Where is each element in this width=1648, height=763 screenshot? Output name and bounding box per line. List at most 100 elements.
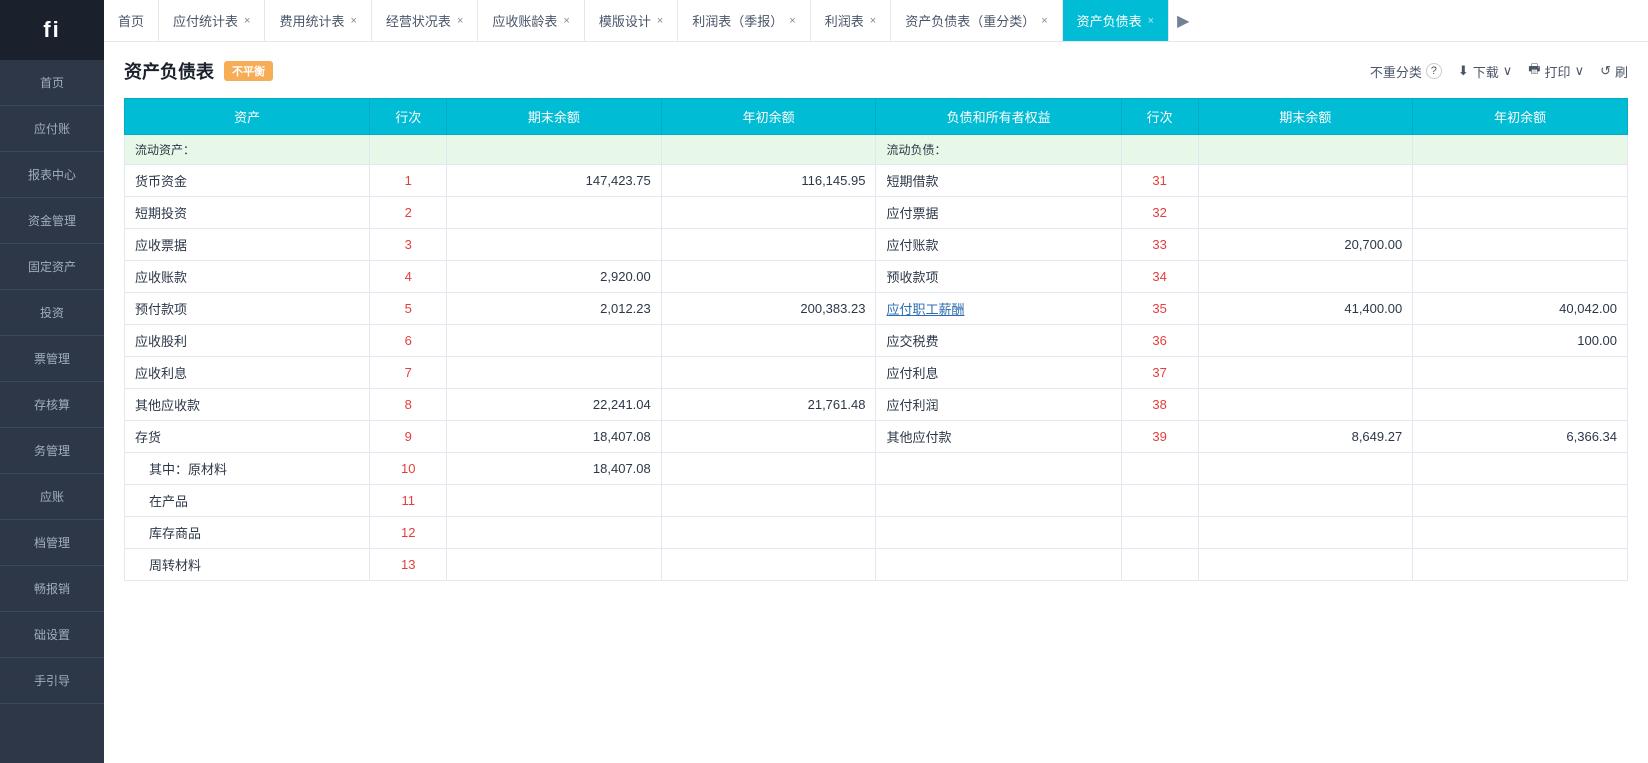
sidebar-item-doc-mgmt[interactable]: 档管理 — [0, 520, 104, 566]
tab-biz-status[interactable]: 经营状况表 × — [372, 0, 478, 42]
liab-end-cell — [1198, 165, 1413, 197]
liab-end-cell — [1198, 357, 1413, 389]
asset-name-cell[interactable]: 在产品 — [125, 485, 370, 517]
tab-nav-arrow[interactable]: ▶ — [1169, 11, 1197, 31]
asset-name-cell[interactable]: 其中：原材料 — [125, 453, 370, 485]
sidebar-item-guide[interactable]: 手引导 — [0, 658, 104, 704]
end-balance-cell: 22,241.04 — [447, 389, 662, 421]
liab-name-cell[interactable]: 应付职工薪酬 — [876, 293, 1121, 325]
sidebar-item-fund-mgmt[interactable]: 资金管理 — [0, 198, 104, 244]
tab-biz-status-close[interactable]: × — [457, 15, 463, 27]
liab-name-cell — [876, 485, 1121, 517]
row-num-cell: 1 — [370, 165, 447, 197]
sidebar-item-biz-mgmt[interactable]: 务管理 — [0, 428, 104, 474]
liab-end-cell: 8,649.27 — [1198, 421, 1413, 453]
row-num-cell: 11 — [370, 485, 447, 517]
table-row: 周转材料 13 — [125, 549, 1628, 581]
tab-profit-q[interactable]: 利润表（季报） × — [678, 0, 810, 42]
asset-name-cell[interactable]: 应收票据 — [125, 229, 370, 261]
asset-name-cell[interactable]: 应收利息 — [125, 357, 370, 389]
sidebar-item-stock-calc[interactable]: 存核算 — [0, 382, 104, 428]
liab-year-cell — [1413, 389, 1628, 421]
end-balance-cell — [447, 325, 662, 357]
section-liab-label: 流动负债： — [876, 135, 1121, 165]
tab-bs[interactable]: 资产负债表 × — [1063, 0, 1169, 42]
liab-row-cell: 37 — [1121, 357, 1198, 389]
end-balance-cell — [447, 549, 662, 581]
tab-profit-close[interactable]: × — [870, 15, 876, 27]
asset-name-cell[interactable]: 短期投资 — [125, 197, 370, 229]
sidebar-item-home[interactable]: 首页 — [0, 60, 104, 106]
sidebar-item-investment[interactable]: 投资 — [0, 290, 104, 336]
row-num-cell: 4 — [370, 261, 447, 293]
table-row: 货币资金 1 147,423.75 116,145.95 短期借款 31 — [125, 165, 1628, 197]
tab-ap-stat[interactable]: 应付统计表 × — [159, 0, 265, 42]
tab-ap-stat-close[interactable]: × — [244, 15, 250, 27]
tab-template[interactable]: 模版设计 × — [585, 0, 678, 42]
sidebar-item-ticket-mgmt[interactable]: 票管理 — [0, 336, 104, 382]
asset-name-cell[interactable]: 库存商品 — [125, 517, 370, 549]
tab-bs-label: 资产负债表 — [1077, 11, 1142, 30]
sidebar-item-payable[interactable]: 应付账 — [0, 106, 104, 152]
tab-bar: 首页 应付统计表 × 费用统计表 × 经营状况表 × 应收账龄表 × 模版设计 … — [104, 0, 1648, 42]
asset-name-cell[interactable]: 存货 — [125, 421, 370, 453]
row-num-cell: 7 — [370, 357, 447, 389]
tab-profit-q-close[interactable]: × — [789, 15, 795, 27]
liab-end-cell — [1198, 453, 1413, 485]
sidebar-item-ar[interactable]: 应账 — [0, 474, 104, 520]
sidebar-item-fixed-assets[interactable]: 固定资产 — [0, 244, 104, 290]
help-icon[interactable]: ? — [1426, 63, 1442, 79]
classification-selector[interactable]: 不重分类 ? — [1370, 62, 1442, 81]
tab-expense-stat[interactable]: 费用统计表 × — [265, 0, 371, 42]
liab-name-cell[interactable]: 预收款项 — [876, 261, 1121, 293]
print-button[interactable]: 🖶 打印 ∨ — [1528, 60, 1584, 82]
tab-template-close[interactable]: × — [657, 15, 663, 27]
asset-name-cell[interactable]: 周转材料 — [125, 549, 370, 581]
end-balance-cell: 2,920.00 — [447, 261, 662, 293]
asset-name-cell[interactable]: 货币资金 — [125, 165, 370, 197]
tab-bs-close[interactable]: × — [1148, 15, 1154, 27]
year-start-cell: 116,145.95 — [661, 165, 876, 197]
table-row: 应收股利 6 应交税费 36 100.00 — [125, 325, 1628, 357]
sidebar-item-report-center[interactable]: 报表中心 — [0, 152, 104, 198]
tab-ar-age-close[interactable]: × — [563, 15, 569, 27]
liab-name-cell — [876, 517, 1121, 549]
page-title-area: 资产负债表 不平衡 — [124, 58, 273, 84]
liab-row-cell: 33 — [1121, 229, 1198, 261]
liab-year-cell: 100.00 — [1413, 325, 1628, 357]
asset-name-cell[interactable]: 应收股利 — [125, 325, 370, 357]
tab-bs-reclass[interactable]: 资产负债表（重分类） × — [891, 0, 1062, 42]
liab-end-cell — [1198, 325, 1413, 357]
refresh-button[interactable]: ↺ 刷 — [1600, 62, 1628, 81]
row-num-cell: 13 — [370, 549, 447, 581]
tab-template-label: 模版设计 — [599, 11, 651, 30]
liab-name-cell[interactable]: 应付账款 — [876, 229, 1121, 261]
sidebar-logo: fi — [0, 0, 104, 60]
liab-year-cell: 40,042.00 — [1413, 293, 1628, 325]
sidebar-item-expense[interactable]: 畅报销 — [0, 566, 104, 612]
header-asset: 资产 — [125, 99, 370, 135]
liab-name-cell[interactable]: 应交税费 — [876, 325, 1121, 357]
tab-home[interactable]: 首页 — [104, 0, 159, 42]
asset-name-cell[interactable]: 应收账款 — [125, 261, 370, 293]
page-header: 资产负债表 不平衡 不重分类 ? ⬇ 下载 ∨ 🖶 打印 ∨ — [124, 58, 1628, 84]
tab-bs-reclass-close[interactable]: × — [1041, 15, 1047, 27]
asset-name-cell[interactable]: 其他应收款 — [125, 389, 370, 421]
asset-name-cell[interactable]: 预付款项 — [125, 293, 370, 325]
sidebar-item-basic-settings[interactable]: 础设置 — [0, 612, 104, 658]
liab-name-cell[interactable]: 应付票据 — [876, 197, 1121, 229]
tab-expense-stat-close[interactable]: × — [350, 15, 356, 27]
liab-name-cell[interactable]: 短期借款 — [876, 165, 1121, 197]
tab-ar-age[interactable]: 应收账龄表 × — [478, 0, 584, 42]
header-liab-year: 年初余额 — [1413, 99, 1628, 135]
liab-name-cell[interactable]: 应付利息 — [876, 357, 1121, 389]
download-button[interactable]: ⬇ 下载 ∨ — [1458, 62, 1512, 81]
liab-end-cell: 20,700.00 — [1198, 229, 1413, 261]
liab-name-cell[interactable]: 应付利润 — [876, 389, 1121, 421]
end-balance-cell: 2,012.23 — [447, 293, 662, 325]
liab-name-cell[interactable]: 其他应付款 — [876, 421, 1121, 453]
liab-row-cell — [1121, 485, 1198, 517]
tab-biz-status-label: 经营状况表 — [386, 11, 451, 30]
tab-profit[interactable]: 利润表 × — [811, 0, 891, 42]
table-row: 存货 9 18,407.08 其他应付款 39 8,649.27 6,366.3… — [125, 421, 1628, 453]
